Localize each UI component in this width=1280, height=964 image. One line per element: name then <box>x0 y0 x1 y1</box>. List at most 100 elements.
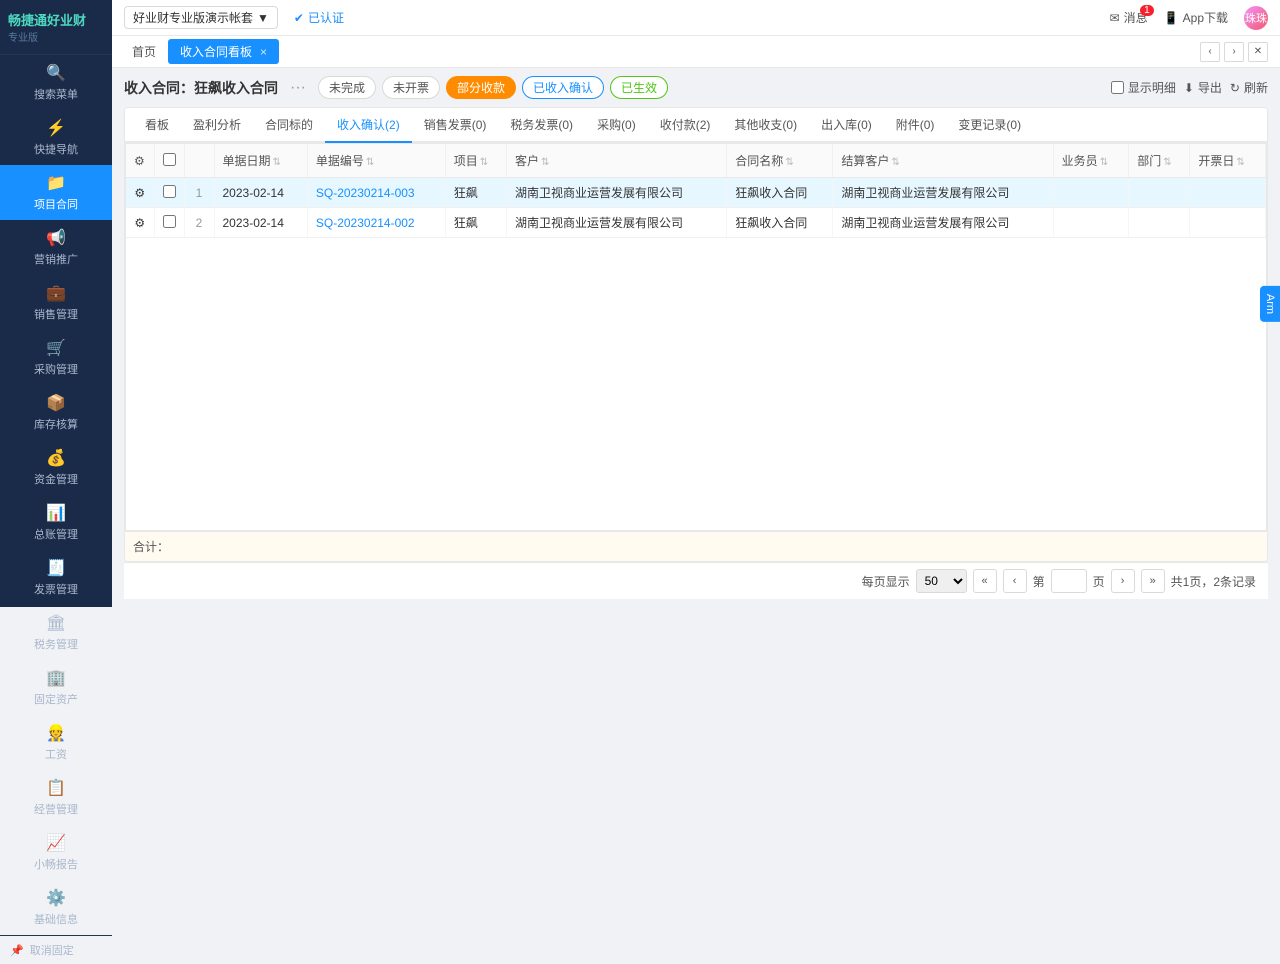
sidebar-bottom: 📌 取消固定 <box>0 935 112 964</box>
status-btn-未开票[interactable]: 未开票 <box>382 76 440 99</box>
panel-tab-attachment[interactable]: 附件(0) <box>884 108 947 143</box>
close-tab-icon[interactable]: × <box>260 45 267 59</box>
cell-bill_no-0[interactable]: SQ-20230214-003 <box>307 178 445 208</box>
export-btn[interactable]: ⬇ 导出 <box>1184 79 1222 96</box>
display-detail-btn[interactable]: 显示明细 <box>1111 79 1176 96</box>
cancel-fixed-btn[interactable]: 📌 取消固定 <box>0 936 112 964</box>
sidebar-item-hr[interactable]: 👷工资 <box>0 715 112 770</box>
refresh-btn[interactable]: ↻ 刷新 <box>1230 79 1268 96</box>
export-label: 导出 <box>1198 79 1222 96</box>
page-input[interactable]: 1 <box>1051 569 1087 593</box>
sidebar-item-quick-nav[interactable]: ⚡快捷导航 <box>0 110 112 165</box>
panel-tab-profit[interactable]: 盈利分析 <box>181 108 253 143</box>
close-all-tabs-btn[interactable]: ✕ <box>1248 42 1268 62</box>
bill-no-link-1[interactable]: SQ-20230214-002 <box>316 216 415 230</box>
message-btn[interactable]: ✉ 1 消息 <box>1110 9 1148 26</box>
next-page-btn[interactable]: › <box>1111 569 1135 593</box>
panel-tab-contract_standard[interactable]: 合同标的 <box>253 108 325 143</box>
table-container[interactable]: ⚙单据日期⇅单据编号⇅项目⇅客户⇅合同名称⇅结算客户⇅业务员⇅部门⇅开票日⇅ ⚙… <box>125 143 1267 531</box>
panel-tab-change_log[interactable]: 变更记录(0) <box>946 108 1033 143</box>
sidebar-item-project[interactable]: 📁项目合同 <box>0 165 112 220</box>
tax-icon: 🏛 <box>46 613 66 633</box>
sort-icon-result_customer[interactable]: ⇅ <box>891 157 899 168</box>
row-checkbox-1[interactable] <box>163 215 176 228</box>
cell-result_customer-0: 湖南卫视商业运营发展有限公司 <box>833 178 1053 208</box>
row-checkbox-0[interactable] <box>163 185 176 198</box>
row-settings-icon[interactable]: ⚙ <box>134 216 145 230</box>
panel-tab-purchase[interactable]: 采购(0) <box>585 108 648 143</box>
sort-icon-project[interactable]: ⇅ <box>480 157 488 168</box>
sort-icon-customer[interactable]: ⇅ <box>541 157 549 168</box>
panel-tab-kanban[interactable]: 看板 <box>133 108 181 143</box>
sidebar-item-mini-report[interactable]: 📈 小畅报告 <box>0 825 112 880</box>
sort-icon-salesperson[interactable]: ⇅ <box>1100 157 1108 168</box>
contract-title: 收入合同：狂飙收入合同 <box>124 78 278 98</box>
sort-icon-bill_date[interactable]: ⇅ <box>273 157 281 168</box>
cell-bill_no-1[interactable]: SQ-20230214-002 <box>307 208 445 238</box>
prev-tab-btn[interactable]: ‹ <box>1200 42 1220 62</box>
first-page-btn[interactable]: « <box>973 569 997 593</box>
header-right: 显示明细 ⬇ 导出 ↻ 刷新 <box>1111 79 1268 96</box>
home-tab[interactable]: 首页 <box>124 43 164 60</box>
sidebar-item-inventory[interactable]: 📦库存核算 <box>0 385 112 440</box>
status-btn-已收入确认[interactable]: 已收入确认 <box>522 76 604 99</box>
capital-icon: 💰 <box>46 448 66 468</box>
mini-report-icon: 📈 <box>46 833 66 853</box>
sidebar-label-mini-report: 小畅报告 <box>34 856 78 872</box>
panel-tab-sales_invoice[interactable]: 销售发票(0) <box>412 108 499 143</box>
col-header-settings[interactable]: ⚙ <box>126 144 154 178</box>
app-download-btn[interactable]: 📱 App下载 <box>1164 9 1228 26</box>
sidebar-item-invoice[interactable]: 🧾发票管理 <box>0 550 112 605</box>
status-btn-已生效[interactable]: 已生效 <box>610 76 668 99</box>
sidebar-item-capital[interactable]: 💰 资金管理 <box>0 440 112 495</box>
sort-icon-department[interactable]: ⇅ <box>1163 157 1171 168</box>
panel-tab-payment[interactable]: 收付款(2) <box>648 108 723 143</box>
sort-icon-bill_no[interactable]: ⇅ <box>366 157 374 168</box>
col-header-row_num <box>184 144 214 178</box>
last-page-btn[interactable]: » <box>1141 569 1165 593</box>
right-float-btn[interactable]: Arm <box>1260 285 1280 321</box>
prev-page-btn[interactable]: ‹ <box>1003 569 1027 593</box>
row-settings-icon[interactable]: ⚙ <box>134 186 145 200</box>
sidebar-item-search[interactable]: 🔍搜索菜单 <box>0 55 112 110</box>
company-selector[interactable]: 好业财专业版演示帐套 ▼ <box>124 6 278 29</box>
sidebar-item-purchase[interactable]: 🛒采购管理 <box>0 330 112 385</box>
status-btn-未完成[interactable]: 未完成 <box>318 76 376 99</box>
bill-no-link-0[interactable]: SQ-20230214-003 <box>316 186 415 200</box>
next-tab-btn[interactable]: › <box>1224 42 1244 62</box>
panel-tab-tax_invoice[interactable]: 税务发票(0) <box>498 108 585 143</box>
col-header-checkbox[interactable] <box>154 144 184 178</box>
sidebar-item-tax[interactable]: 🏛税务管理 <box>0 605 112 660</box>
status-buttons: 未完成未开票部分收款已收入确认已生效 <box>318 76 668 99</box>
active-tab[interactable]: 收入合同看板 × <box>168 39 279 64</box>
logo-sub: 专业版 <box>8 29 104 44</box>
per-page-select[interactable]: 50 100 <box>916 569 967 593</box>
sort-icon-contract_name[interactable]: ⇅ <box>785 157 793 168</box>
sidebar-item-fixed-asset[interactable]: 🏢固定资产 <box>0 660 112 715</box>
user-menu[interactable]: 珠珠 <box>1244 6 1268 30</box>
contract-prefix: 收入合同： <box>124 80 194 96</box>
sidebar-item-ops[interactable]: 📋经营管理 <box>0 770 112 825</box>
cell-department-1 <box>1129 208 1190 238</box>
panel-tab-warehouse[interactable]: 出入库(0) <box>809 108 884 143</box>
panel-tab-other_income[interactable]: 其他收支(0) <box>722 108 809 143</box>
col-header-project: 项目⇅ <box>445 144 506 178</box>
sort-icon-open_date[interactable]: ⇅ <box>1236 157 1244 168</box>
sidebar-item-marketing[interactable]: 📢营销推广 <box>0 220 112 275</box>
sidebar-label-sales: 销售管理 <box>34 306 78 322</box>
sidebar-item-general[interactable]: 📊总账管理 <box>0 495 112 550</box>
logo-text: 畅捷通好业财 <box>8 10 104 29</box>
more-options-btn[interactable]: ··· <box>290 79 306 97</box>
sidebar-label-purchase: 采购管理 <box>34 361 78 377</box>
sidebar-label-capital: 资金管理 <box>34 471 78 487</box>
panel-tab-income_confirm[interactable]: 收入确认(2) <box>325 108 412 143</box>
display-detail-checkbox[interactable] <box>1111 81 1124 94</box>
status-btn-部分收款[interactable]: 部分收款 <box>446 76 516 99</box>
page-label-2: 页 <box>1093 573 1105 590</box>
select-all-checkbox[interactable] <box>163 153 176 166</box>
settings-icon[interactable]: ⚙ <box>134 154 145 168</box>
marketing-icon: 📢 <box>46 228 66 248</box>
sidebar-item-sales[interactable]: 💼销售管理 <box>0 275 112 330</box>
sidebar-item-basic[interactable]: ⚙️基础信息 <box>0 880 112 935</box>
project-icon: 📁 <box>46 173 66 193</box>
